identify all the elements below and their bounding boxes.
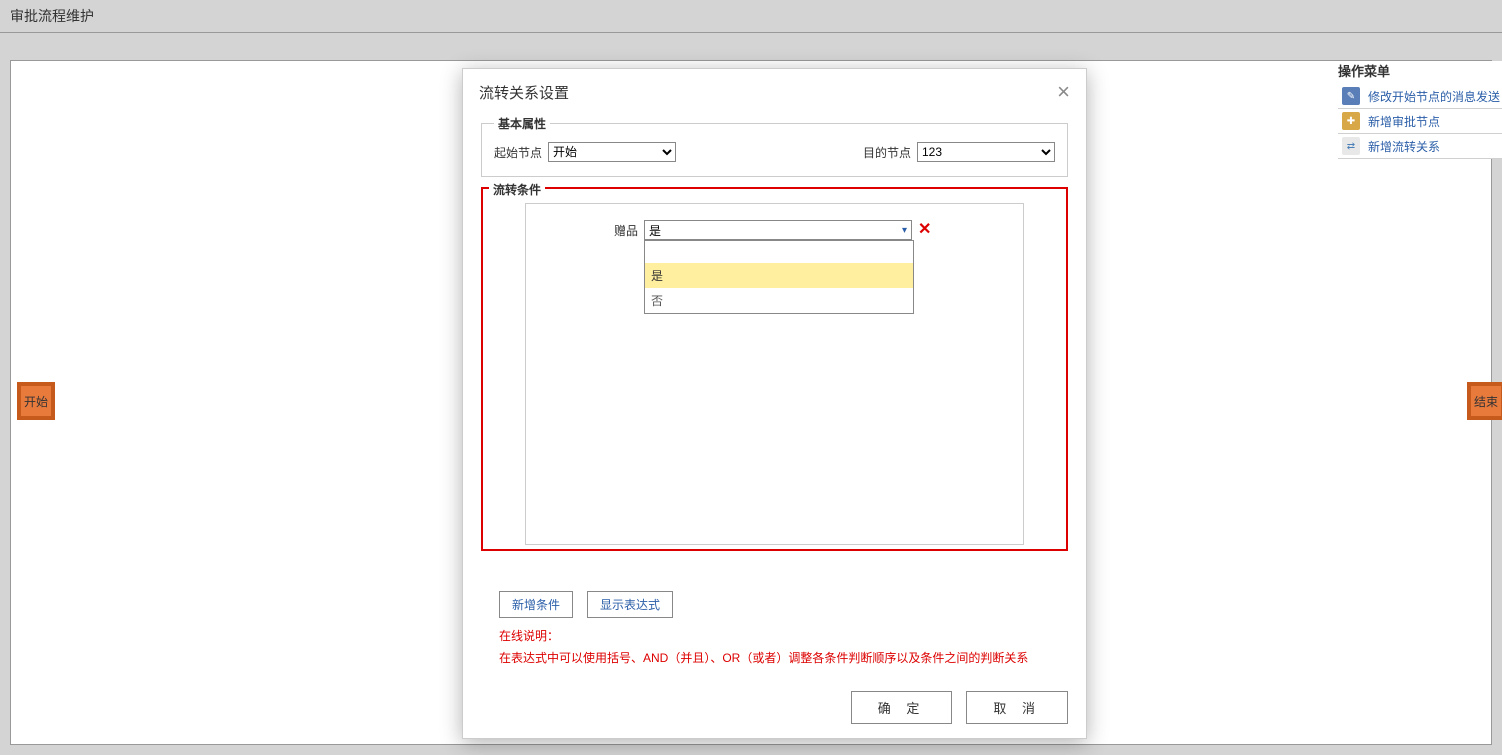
ops-item-label: 新增流转关系 [1368,138,1440,155]
help-title: 在线说明： [499,626,1068,648]
page-title: 审批流程维护 [0,0,1502,33]
add-node-icon: ✚ [1342,112,1360,130]
delete-condition-icon[interactable]: ✕ [918,220,931,240]
condition-highlight-box: 流转条件 赠品 是 ▾ 是 否 [481,187,1068,551]
condition-value-display: 是 [649,222,661,239]
ops-item-add-approval-node[interactable]: ✚ 新增审批节点 [1338,109,1502,134]
dest-node-label: 目的节点 [863,144,911,161]
help-body: 在表达式中可以使用括号、AND（并且）、OR（或者）调整各条件判断顺序以及条件之… [499,651,1028,665]
basic-legend: 基本属性 [494,115,550,132]
condition-value-dropdown: 是 否 [644,240,914,314]
flow-node-start[interactable]: 开始 [17,382,55,420]
ops-item-label: 修改开始节点的消息发送 [1368,88,1500,105]
link-icon: ⇄ [1342,137,1360,155]
page-title-text: 审批流程维护 [10,8,94,24]
cancel-button[interactable]: 取 消 [966,691,1068,724]
new-condition-button[interactable]: 新增条件 [499,591,573,618]
start-node-label: 起始节点 [494,144,542,161]
dialog-footer: 确 定 取 消 [463,681,1086,738]
condition-field-label: 赠品 [540,220,640,239]
condition-row: 赠品 是 ▾ 是 否 [540,220,1009,240]
condition-legend: 流转条件 [489,181,545,198]
dest-node-select[interactable]: 123 [917,142,1055,162]
close-icon[interactable]: × [1057,81,1070,103]
operations-menu: 操作菜单 ✎ 修改开始节点的消息发送 ✚ 新增审批节点 ⇄ 新增流转关系 [1338,61,1502,159]
chevron-down-icon: ▾ [902,225,907,236]
ops-item-add-relation[interactable]: ⇄ 新增流转关系 [1338,134,1502,159]
relation-settings-dialog: 流转关系设置 × 基本属性 起始节点 开始 目的节点 123 [462,68,1087,739]
ops-item-label: 新增审批节点 [1368,113,1440,130]
dialog-body: 基本属性 起始节点 开始 目的节点 123 流转条件 [463,115,1086,681]
condition-value-combo[interactable]: 是 ▾ [644,220,912,240]
start-node-select[interactable]: 开始 [548,142,676,162]
flow-node-end-label: 结束 [1474,393,1498,410]
dropdown-option-yes[interactable]: 是 [645,263,913,288]
flow-node-end[interactable]: 结束 [1467,382,1502,420]
condition-buttons-row: 新增条件 显示表达式 [499,591,1068,618]
dialog-header: 流转关系设置 × [463,69,1086,115]
ops-item-edit-start-node[interactable]: ✎ 修改开始节点的消息发送 [1338,84,1502,109]
operations-menu-title: 操作菜单 [1338,61,1502,80]
dropdown-option-no[interactable]: 否 [645,288,913,313]
condition-value-combo-wrap: 是 ▾ 是 否 [644,220,912,240]
show-expression-button[interactable]: 显示表达式 [587,591,673,618]
ok-button[interactable]: 确 定 [851,691,953,724]
basic-properties-fieldset: 基本属性 起始节点 开始 目的节点 123 [481,115,1068,177]
flow-node-start-label: 开始 [24,393,48,410]
help-text: 在线说明： 在表达式中可以使用括号、AND（并且）、OR（或者）调整各条件判断顺… [499,626,1068,669]
dialog-title: 流转关系设置 [479,82,569,103]
condition-canvas: 赠品 是 ▾ 是 否 [525,203,1024,545]
dropdown-option-blank[interactable] [645,241,913,263]
edit-icon: ✎ [1342,87,1360,105]
